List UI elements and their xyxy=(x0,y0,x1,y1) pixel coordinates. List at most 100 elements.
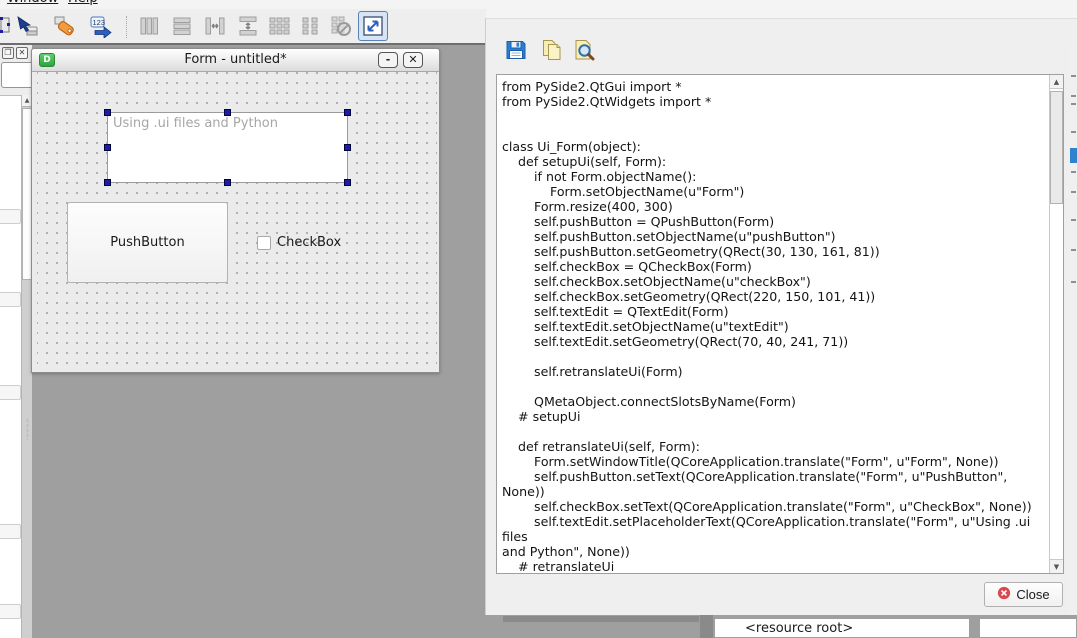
selection-handle-top-center[interactable] xyxy=(224,109,231,116)
code-line xyxy=(502,424,1049,439)
bottom-dock-splitter[interactable] xyxy=(700,615,713,638)
code-line: Form.setObjectName(u"Form") xyxy=(502,184,1049,199)
form-editor-window: D Form - untitled* - ✕ Using .ui files a… xyxy=(31,48,440,373)
adjust-size-button[interactable] xyxy=(358,11,388,41)
code-line: from PySide2.QtWidgets import * xyxy=(502,94,1049,109)
layout-horizontal-splitter-button[interactable] xyxy=(200,11,230,41)
textedit-widget[interactable]: Using .ui files and Python xyxy=(107,112,348,183)
adjust-size-icon xyxy=(361,14,385,38)
checkbox-label: CheckBox xyxy=(277,235,341,250)
svg-text:123: 123 xyxy=(93,18,106,27)
scrollbar-thumb[interactable] xyxy=(1050,91,1063,204)
code-line: def retranslateUi(self, Form): xyxy=(502,439,1049,454)
dock-float-icon[interactable]: ❐ xyxy=(2,47,14,59)
dock-close-icon[interactable]: ✕ xyxy=(16,47,28,59)
form-window-titlebar[interactable]: D Form - untitled* - ✕ xyxy=(32,49,439,72)
code-view[interactable]: from PySide2.QtGui import *from PySide2.… xyxy=(496,74,1064,574)
layout-form-button[interactable] xyxy=(296,11,326,41)
qt-designer-screen: Window Help 123 xyxy=(0,0,1077,638)
edit-buddies-button[interactable] xyxy=(50,11,80,41)
selection-handle-bottom-right[interactable] xyxy=(344,179,351,186)
scroll-up-icon[interactable]: ▲ xyxy=(1050,75,1063,89)
code-line: # setupUi xyxy=(502,409,1049,424)
code-line: self.checkBox.setObjectName(u"checkBox") xyxy=(502,274,1049,289)
textedit-placeholder: Using .ui files and Python xyxy=(113,116,278,131)
code-content: from PySide2.QtGui import *from PySide2.… xyxy=(497,75,1049,573)
layout-vertical-button[interactable] xyxy=(167,11,197,41)
widget-box-list[interactable] xyxy=(0,95,21,638)
code-line: and Python", None)) xyxy=(502,544,1049,559)
close-button-label: Close xyxy=(1016,587,1049,602)
selection-handle-mid-right[interactable] xyxy=(344,144,351,151)
minimize-button[interactable]: - xyxy=(378,52,398,68)
code-line: self.textEdit = QTextEdit(Form) xyxy=(502,304,1049,319)
pushbutton-widget[interactable]: PushButton xyxy=(67,202,228,283)
break-layout-icon xyxy=(329,14,353,38)
edit-tab-order-button[interactable]: 123 xyxy=(86,11,116,41)
code-line: if not Form.objectName(): xyxy=(502,169,1049,184)
menu-item-help[interactable]: Help xyxy=(68,0,98,6)
layout-horizontal-splitter-icon xyxy=(203,14,227,38)
widget-box-dock: ❐ ✕ ▲ xyxy=(0,45,32,638)
resource-detail-panel xyxy=(979,618,1077,638)
bottom-scrollbar-thumb[interactable] xyxy=(503,616,699,622)
code-line xyxy=(502,349,1049,364)
widget-filter-input[interactable] xyxy=(1,62,34,88)
layout-vertical-splitter-button[interactable] xyxy=(233,11,263,41)
find-icon xyxy=(572,38,596,62)
code-line xyxy=(502,379,1049,394)
widget-category-bar[interactable] xyxy=(0,292,21,307)
widget-category-bar[interactable] xyxy=(0,209,21,224)
form-canvas[interactable]: Using .ui files and Python PushButton Ch… xyxy=(37,72,437,372)
selection-handle-top-left[interactable] xyxy=(104,109,111,116)
code-line: self.pushButton.setObjectName(u"pushButt… xyxy=(502,229,1049,244)
code-preview-dialog: from PySide2.QtGui import *from PySide2.… xyxy=(485,18,1077,615)
layout-vertical-icon xyxy=(170,14,194,38)
code-line: self.pushButton.setText(QCoreApplication… xyxy=(502,469,1049,499)
code-line xyxy=(502,109,1049,124)
widget-category-bar[interactable] xyxy=(0,385,21,400)
checkbox-indicator[interactable] xyxy=(257,236,271,250)
selection-handle-bottom-left[interactable] xyxy=(104,179,111,186)
save-button[interactable] xyxy=(502,36,530,64)
close-dialog-button[interactable]: Close xyxy=(984,582,1063,607)
code-line: # retranslateUi xyxy=(502,559,1049,573)
edit-signals-slots-button[interactable] xyxy=(12,11,42,41)
checkbox-widget[interactable]: CheckBox xyxy=(257,222,358,263)
selection-handle-mid-left[interactable] xyxy=(104,144,111,151)
close-window-button[interactable]: ✕ xyxy=(403,52,423,68)
close-red-icon xyxy=(997,586,1011,603)
selection-handle-top-right[interactable] xyxy=(344,109,351,116)
copy-icon xyxy=(540,38,564,62)
code-scrollbar[interactable]: ▲ ▼ xyxy=(1049,75,1063,573)
copy-button[interactable] xyxy=(538,36,566,64)
code-line: self.textEdit.setGeometry(QRect(70, 40, … xyxy=(502,334,1049,349)
toolbar-separator xyxy=(126,16,127,38)
code-line: self.textEdit.setPlaceholderText(QCoreAp… xyxy=(502,514,1049,544)
code-line: self.pushButton = QPushButton(Form) xyxy=(502,214,1049,229)
edit-widgets-icon xyxy=(0,14,11,38)
save-icon xyxy=(504,38,528,62)
menu-item-window[interactable]: Window xyxy=(7,0,58,6)
layout-grid-button[interactable] xyxy=(264,11,294,41)
code-line xyxy=(502,124,1049,139)
break-layout-button[interactable] xyxy=(326,11,356,41)
widget-category-bar[interactable] xyxy=(0,524,21,539)
code-line: self.textEdit.setObjectName(u"textEdit") xyxy=(502,319,1049,334)
widget-category-bar[interactable] xyxy=(0,604,21,619)
right-strip-selection xyxy=(1070,148,1077,163)
edit-signals-slots-icon xyxy=(15,14,39,38)
right-edge-panel xyxy=(1070,45,1077,615)
find-button[interactable] xyxy=(570,36,598,64)
resource-root-item[interactable]: <resource root> xyxy=(745,621,853,636)
layout-grid-icon xyxy=(267,14,291,38)
dock-splitter-handle[interactable] xyxy=(26,418,29,440)
code-line: self.retranslateUi(Form) xyxy=(502,364,1049,379)
layout-horizontal-button[interactable] xyxy=(134,11,164,41)
code-line: Form.resize(400, 300) xyxy=(502,199,1049,214)
scroll-down-icon[interactable]: ▼ xyxy=(1050,559,1063,573)
layout-vertical-splitter-icon xyxy=(236,14,260,38)
selection-handle-bottom-center[interactable] xyxy=(224,179,231,186)
layout-form-icon xyxy=(299,14,323,38)
edit-buddies-icon xyxy=(53,14,77,38)
